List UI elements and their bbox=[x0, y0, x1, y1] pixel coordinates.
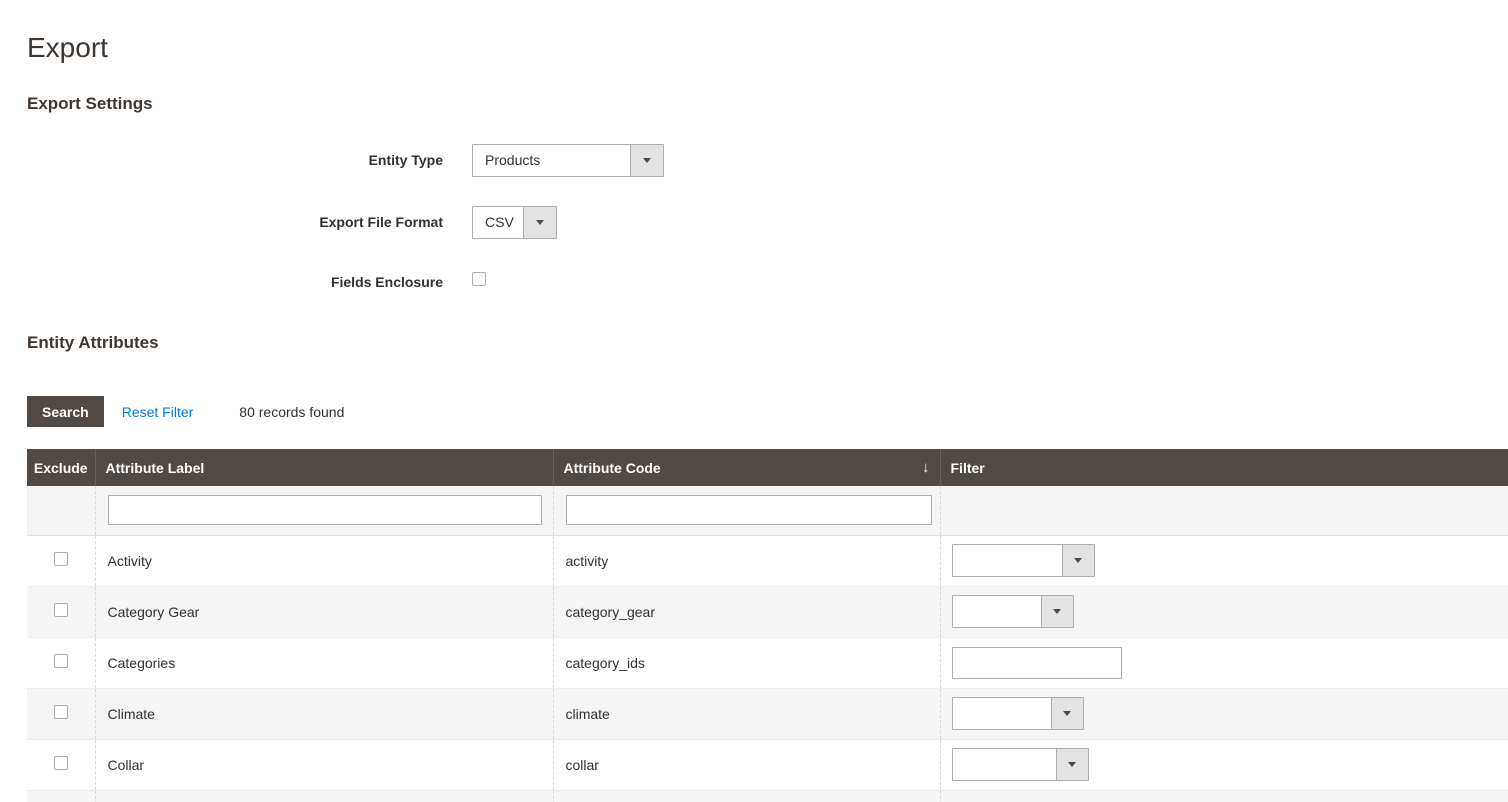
file-format-select[interactable]: CSV bbox=[472, 206, 557, 239]
attribute-code-cell: collar bbox=[565, 756, 599, 773]
row-filter-input[interactable] bbox=[951, 646, 1122, 679]
column-header-attribute-code[interactable]: Attribute Code ↓ bbox=[552, 449, 940, 486]
chevron-down-icon[interactable] bbox=[523, 207, 556, 238]
page-title: Export bbox=[27, 32, 108, 63]
file-format-label: Export File Format bbox=[319, 214, 443, 230]
fields-enclosure-label: Fields Enclosure bbox=[330, 274, 443, 290]
search-button[interactable]: Search bbox=[27, 396, 104, 427]
attribute-label-cell: Collar bbox=[107, 756, 145, 773]
exclude-checkbox[interactable] bbox=[53, 552, 68, 566]
table-header: Exclude Attribute Label Attribute Code ↓… bbox=[27, 449, 1508, 536]
file-format-value: CSV bbox=[485, 214, 514, 230]
filter-cell-exclude bbox=[27, 486, 95, 536]
row-filter-select[interactable] bbox=[951, 544, 1095, 577]
table-row: Category Gear category_gear bbox=[27, 586, 1508, 638]
attribute-code-cell: category_ids bbox=[565, 654, 645, 671]
attribute-label-cell: Category Gear bbox=[107, 603, 200, 620]
export-settings-heading: Export Settings bbox=[27, 94, 153, 113]
row-filter-select-value bbox=[953, 698, 1051, 729]
table-row bbox=[27, 790, 1508, 802]
chevron-down-icon[interactable] bbox=[630, 145, 663, 176]
attribute-code-filter-input[interactable] bbox=[565, 495, 932, 526]
entity-type-label: Entity Type bbox=[368, 152, 443, 168]
entity-attributes-heading: Entity Attributes bbox=[27, 333, 159, 352]
reset-filter-link[interactable]: Reset Filter bbox=[122, 404, 194, 420]
sort-desc-icon: ↓ bbox=[922, 458, 930, 476]
table-row: Collar collar bbox=[27, 739, 1508, 791]
file-format-row: Export File Format CSV bbox=[27, 206, 1508, 239]
exclude-checkbox[interactable] bbox=[53, 705, 68, 719]
attribute-label-cell: Climate bbox=[107, 705, 155, 722]
next-row-partial bbox=[27, 790, 1508, 802]
attributes-table: Exclude Attribute Label Attribute Code ↓… bbox=[27, 449, 1508, 802]
row-filter-select[interactable] bbox=[951, 595, 1074, 628]
chevron-down-icon[interactable] bbox=[1055, 749, 1088, 780]
export-page: Export Export Settings Entity Type Produ… bbox=[0, 0, 1508, 802]
attribute-code-cell: activity bbox=[565, 552, 609, 569]
export-settings-form: Entity Type Products Export File Format … bbox=[27, 144, 1508, 291]
row-filter-select[interactable] bbox=[951, 697, 1084, 730]
exclude-checkbox[interactable] bbox=[53, 603, 68, 617]
attribute-label-filter-input[interactable] bbox=[107, 495, 542, 526]
chevron-down-icon[interactable] bbox=[1061, 545, 1094, 576]
table-body: Activity activity Category Gear category… bbox=[27, 535, 1508, 791]
records-found-text: 80 records found bbox=[239, 403, 345, 420]
exclude-checkbox[interactable] bbox=[53, 756, 68, 770]
row-filter-select-value bbox=[953, 596, 1041, 627]
row-filter-select-value bbox=[953, 545, 1062, 576]
chevron-down-icon[interactable] bbox=[1040, 596, 1073, 627]
attribute-code-cell: climate bbox=[565, 705, 610, 722]
row-filter-select-value bbox=[953, 749, 1056, 780]
attribute-label-cell: Activity bbox=[107, 552, 152, 569]
table-row: Categories category_ids bbox=[27, 637, 1508, 689]
column-header-exclude[interactable]: Exclude bbox=[27, 449, 95, 486]
column-header-attribute-label[interactable]: Attribute Label bbox=[94, 449, 553, 486]
fields-enclosure-checkbox[interactable] bbox=[472, 272, 486, 286]
fields-enclosure-row: Fields Enclosure bbox=[27, 268, 1508, 291]
filter-cell-filter bbox=[939, 486, 1508, 536]
table-row: Activity activity bbox=[27, 535, 1508, 587]
grid-toolbar: Search Reset Filter 80 records found bbox=[27, 395, 1508, 428]
entity-type-value: Products bbox=[485, 152, 541, 168]
chevron-down-icon[interactable] bbox=[1050, 698, 1083, 729]
entity-type-select[interactable]: Products bbox=[472, 144, 664, 177]
row-filter-select[interactable] bbox=[951, 748, 1089, 781]
attribute-code-cell: category_gear bbox=[565, 603, 656, 620]
column-header-filter: Filter bbox=[939, 449, 1508, 486]
table-row: Climate climate bbox=[27, 688, 1508, 740]
attribute-label-cell: Categories bbox=[107, 654, 176, 671]
entity-type-row: Entity Type Products bbox=[27, 144, 1508, 177]
grid-filter-row bbox=[27, 486, 1508, 536]
exclude-checkbox[interactable] bbox=[53, 654, 68, 668]
